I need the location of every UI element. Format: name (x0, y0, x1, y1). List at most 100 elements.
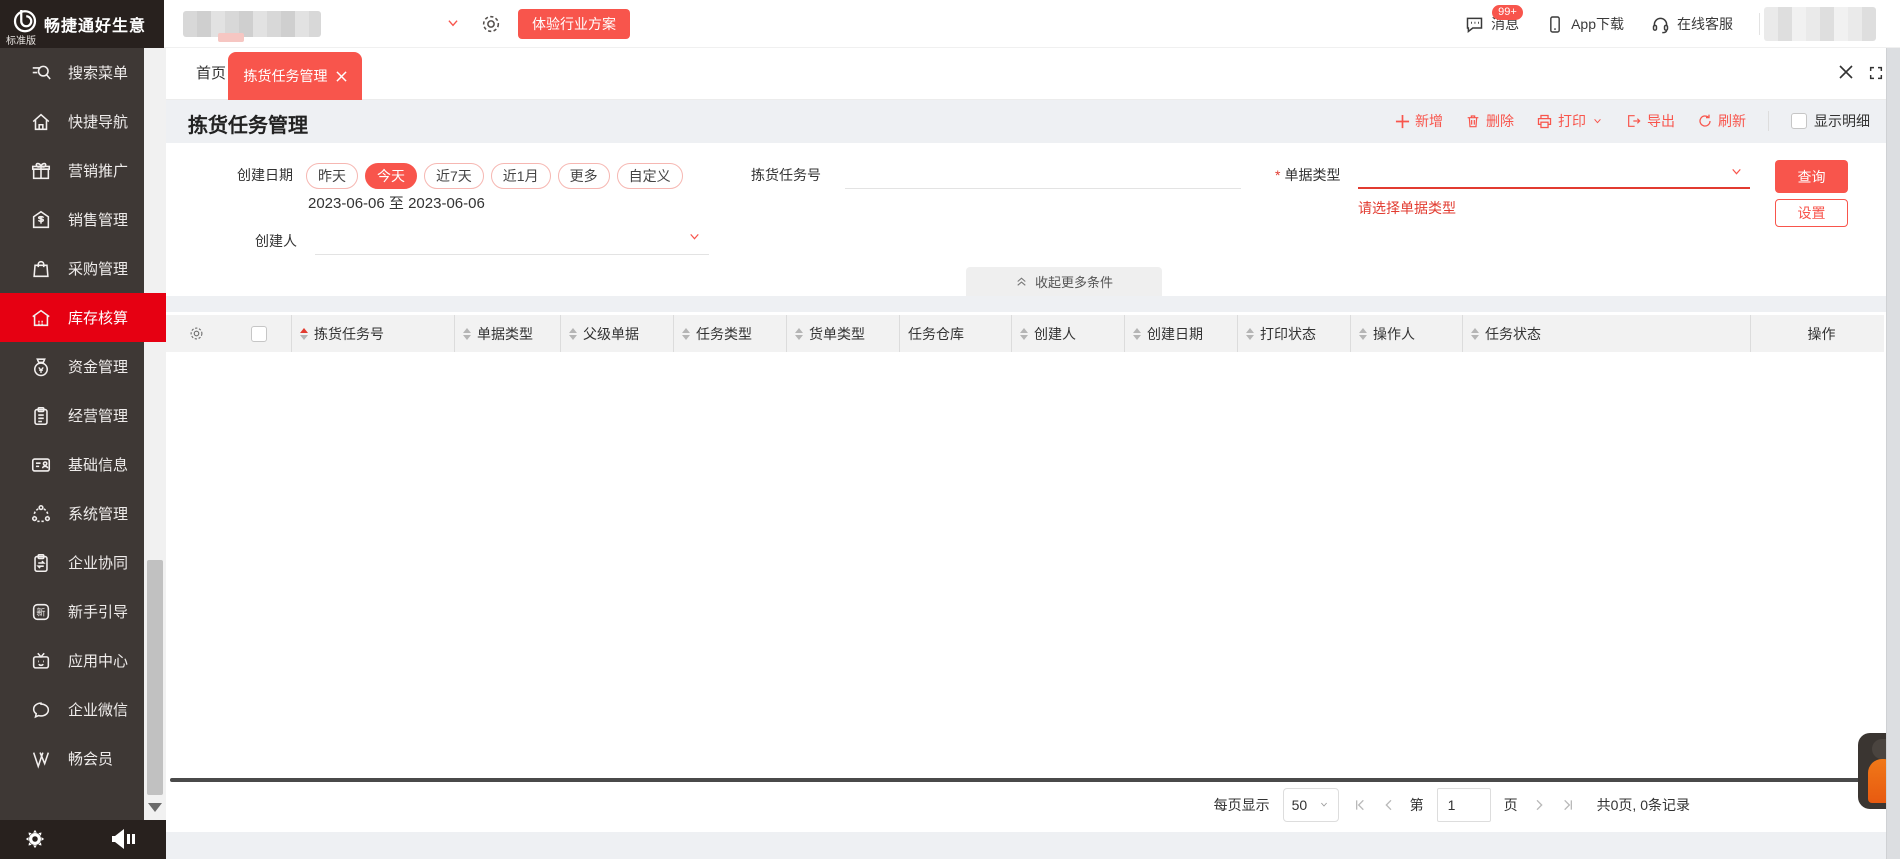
fullscreen-icon[interactable] (1868, 65, 1884, 81)
sort-icon[interactable] (1020, 327, 1029, 340)
show-detail-toggle[interactable]: 显示明细 (1791, 111, 1870, 131)
select-all-checkbox[interactable] (250, 325, 267, 342)
sidebar-item-purchase-mgmt[interactable]: 采购管理 (0, 244, 144, 293)
export-button[interactable]: 导出 (1626, 111, 1675, 131)
sidebar-item-search-menu[interactable]: 搜索菜单 (0, 48, 144, 97)
prev-page-icon[interactable] (1381, 797, 1397, 813)
sidebar-item-newbie-guide[interactable]: 新 新手引导 (0, 587, 144, 636)
col-print-status[interactable]: 打印状态 (1238, 315, 1351, 352)
company-chevron-down-icon[interactable] (444, 16, 462, 30)
col-cargo-doc-type[interactable]: 货单类型 (787, 315, 900, 352)
close-all-tabs-icon[interactable] (1838, 64, 1854, 80)
collapse-filters-button[interactable]: 收起更多条件 (966, 267, 1162, 296)
sidebar-item-marketing[interactable]: 营销推广 (0, 146, 144, 195)
last-page-icon[interactable] (1560, 797, 1576, 813)
creator-select[interactable] (315, 223, 709, 255)
company-selector-redacted[interactable] (183, 11, 321, 37)
print-button[interactable]: 打印 (1536, 111, 1604, 131)
edition-badge: 标准版 (6, 36, 36, 47)
page-number-input[interactable] (1436, 787, 1491, 822)
bottom-gear-icon[interactable] (24, 828, 46, 850)
refresh-label: 刷新 (1718, 113, 1746, 129)
user-account-redacted[interactable] (1764, 7, 1876, 41)
col-task-type[interactable]: 任务类型 (674, 315, 787, 352)
sort-icon[interactable] (1133, 327, 1142, 340)
column-settings-button[interactable] (166, 315, 226, 352)
sort-icon[interactable] (682, 327, 691, 340)
online-service-button[interactable]: 在线客服 (1650, 14, 1733, 35)
sidebar-item-system-mgmt[interactable]: 系统管理 (0, 489, 144, 538)
next-page-icon[interactable] (1531, 797, 1547, 813)
sidebar-scrollbar[interactable] (144, 48, 166, 820)
tab-close-icon[interactable] (335, 70, 347, 82)
sidebar-item-sales-mgmt[interactable]: 销售管理 (0, 195, 144, 244)
settings-gear-icon[interactable] (480, 13, 502, 35)
query-button[interactable]: 查询 (1775, 160, 1848, 193)
sidebar-scroll-down-arrow-icon[interactable] (148, 803, 162, 812)
sidebar-item-member[interactable]: 畅会员 (0, 734, 144, 783)
sidebar-item-quick-nav[interactable]: 快捷导航 (0, 97, 144, 146)
sidebar-item-enterprise-collab[interactable]: 企业协同 (0, 538, 144, 587)
col-task-status[interactable]: 任务状态 (1463, 315, 1751, 352)
sort-icon[interactable] (795, 327, 804, 340)
sidebar-item-label: 销售管理 (68, 212, 129, 229)
refresh-button[interactable]: 刷新 (1697, 111, 1746, 131)
filter-panel: 创建日期 昨天 今天 近7天 近1月 更多 自定义 2023-06-06 至 2… (166, 143, 1886, 296)
messages-button[interactable]: 消息 99+ (1464, 4, 1523, 35)
sidebar-item-basic-info[interactable]: 基础信息 (0, 440, 144, 489)
date-to[interactable]: 2023-06-06 (408, 195, 485, 212)
date-range-value[interactable]: 2023-06-06 至 2023-06-06 (308, 192, 485, 213)
date-from[interactable]: 2023-06-06 (308, 195, 385, 212)
col-create-date[interactable]: 创建日期 (1125, 315, 1238, 352)
page-title: 拣货任务管理 (188, 115, 308, 137)
col-pick-task-no[interactable]: 拣货任务号 (292, 315, 455, 352)
sidebar-item-label: 基础信息 (68, 457, 129, 474)
sidebar-item-funds-mgmt[interactable]: 资金管理 (0, 342, 144, 391)
date-option-yesterday[interactable]: 昨天 (306, 163, 358, 189)
col-label: 打印状态 (1260, 325, 1316, 342)
topbar-right-group: 消息 99+ App下载 在线客服 (1464, 0, 1760, 48)
date-option-more[interactable]: 更多 (557, 163, 610, 189)
col-creator[interactable]: 创建人 (1012, 315, 1125, 352)
date-option-last1month[interactable]: 近1月 (490, 163, 551, 189)
col-parent-doc[interactable]: 父级单据 (561, 315, 674, 352)
sidebar-scrollbar-thumb[interactable] (147, 560, 163, 795)
sort-icon[interactable] (300, 327, 309, 340)
collapse-sound-icon[interactable] (112, 829, 136, 849)
task-no-input[interactable] (845, 157, 1241, 189)
trial-solution-button[interactable]: 体验行业方案 (518, 9, 630, 39)
sidebar-item-enterprise-wechat[interactable]: 企业微信 (0, 685, 144, 734)
per-page-label: 每页显示 (1213, 796, 1270, 813)
show-detail-checkbox[interactable] (1791, 113, 1807, 129)
settings-button[interactable]: 设置 (1775, 199, 1848, 227)
col-operator[interactable]: 操作人 (1351, 315, 1463, 352)
sort-icon[interactable] (463, 327, 472, 340)
sidebar-item-app-center[interactable]: 应用中心 (0, 636, 144, 685)
sort-icon[interactable] (1471, 327, 1480, 340)
sidebar-item-inventory-accounting[interactable]: 库存核算 (0, 293, 166, 342)
page-vertical-scrollbar[interactable] (1886, 48, 1900, 859)
topbar: 畅捷通好生意 标准版 体验行业方案 消息 99+ App下载 在线客服 (0, 0, 1900, 48)
col-doc-type[interactable]: 单据类型 (455, 315, 561, 352)
tab-pick-task-active[interactable]: 拣货任务管理 (228, 52, 362, 100)
first-page-icon[interactable] (1352, 797, 1368, 813)
sort-icon[interactable] (569, 327, 578, 340)
date-option-today[interactable]: 今天 (365, 163, 417, 189)
sort-icon[interactable] (1246, 327, 1255, 340)
per-page-select[interactable]: 50 (1282, 787, 1339, 822)
message-count-badge: 99+ (1492, 4, 1523, 20)
creator-chevron-down-icon[interactable] (686, 230, 703, 243)
sidebar-item-operations-mgmt[interactable]: 经营管理 (0, 391, 144, 440)
date-option-last7days[interactable]: 近7天 (424, 163, 484, 189)
doc-type-select[interactable] (1358, 157, 1750, 189)
col-task-warehouse[interactable]: 任务仓库 (900, 315, 1012, 352)
date-option-custom[interactable]: 自定义 (616, 163, 683, 189)
add-button[interactable]: 新增 (1395, 111, 1443, 131)
toolbar-divider (1768, 111, 1769, 131)
delete-button[interactable]: 删除 (1465, 111, 1514, 131)
page-header: 拣货任务管理 新增 删除 打印 导出 刷新 显示明细 (166, 105, 1886, 143)
sidebar-item-label: 资金管理 (68, 359, 129, 376)
sort-icon[interactable] (1359, 327, 1368, 340)
app-download-button[interactable]: App下载 (1545, 14, 1624, 35)
doc-type-chevron-down-icon[interactable] (1728, 165, 1745, 178)
